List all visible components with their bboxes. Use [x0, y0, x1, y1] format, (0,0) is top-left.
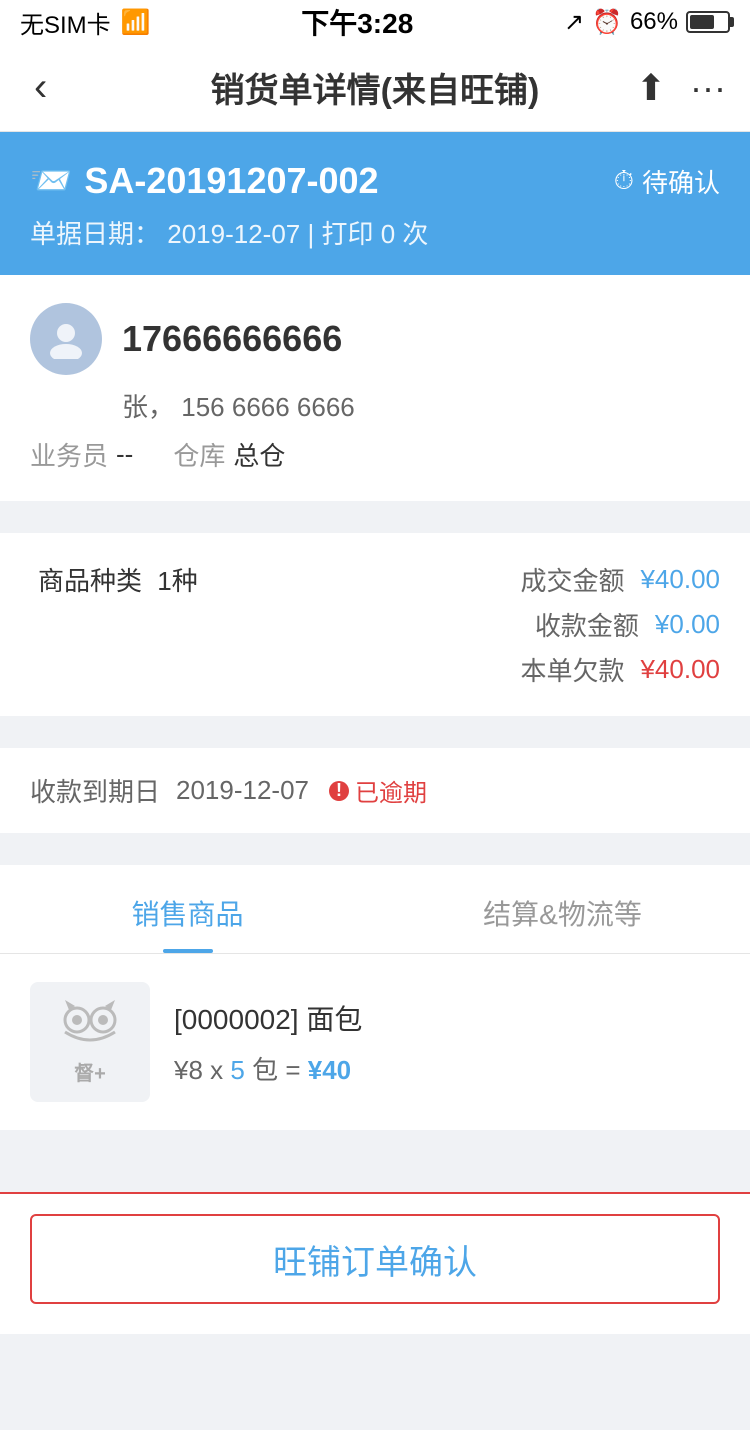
sales-label: 业务员: [30, 436, 108, 473]
equals-sign: =: [285, 1055, 307, 1085]
status-left: 无SIM卡 📶: [20, 5, 151, 40]
customer-phone: 17666666666: [122, 318, 342, 360]
back-button[interactable]: ‹: [24, 55, 57, 120]
product-info: [0000002] 面包 ¥8 x 5 包 = ¥40: [174, 998, 720, 1087]
sales-meta: 业务员 --: [30, 436, 133, 473]
due-section: 收款到期日 2019-12-07 ! 已逾期: [0, 748, 750, 833]
warehouse-meta: 仓库 总仓: [173, 436, 285, 473]
product-type-item: 商品种类 1种: [30, 561, 198, 598]
brand-logo-icon: [55, 998, 125, 1053]
alarm-icon: ⏰: [592, 8, 622, 37]
bottom-bar: 旺铺订单确认: [0, 1192, 750, 1334]
tab-sales-label: 销售商品: [131, 899, 243, 930]
price-multiply: x: [210, 1055, 230, 1085]
order-date-row: 单据日期： 2019-12-07 | 打印 0 次: [30, 214, 720, 251]
customer-section: 17666666666 张， 156 6666 6666 业务员 -- 仓库 总…: [0, 275, 750, 501]
product-type-label: 商品种类: [38, 566, 142, 596]
amount-value: ¥40.00: [640, 564, 720, 595]
warehouse-value: 总仓: [233, 436, 285, 473]
divider-1: [0, 517, 750, 533]
warehouse-label: 仓库: [173, 436, 225, 473]
status-right: ↗ ⏰ 66%: [564, 8, 730, 37]
nav-bar: ‹ 销货单详情(来自旺铺) ⬆ ···: [0, 44, 750, 132]
amount-line: 成交金额 ¥40.00: [520, 561, 720, 598]
due-date-value: 2019-12-07: [176, 775, 309, 806]
due-label: 收款到期日: [30, 772, 160, 809]
order-icon: 📨: [30, 161, 72, 201]
order-id-row: 📨 SA-20191207-002 ⏱ 待确认: [30, 160, 720, 202]
customer-top: 17666666666: [30, 303, 720, 375]
summary-left: 商品种类 1种: [30, 561, 198, 604]
owed-label: 本单欠款: [520, 651, 624, 688]
product-price: ¥8 x 5 包 = ¥40: [174, 1050, 720, 1087]
status-clock-icon: ⏱: [614, 165, 634, 197]
product-total: ¥40: [308, 1055, 351, 1085]
customer-name-text: 张: [122, 392, 148, 422]
print-unit: 次: [402, 219, 428, 249]
customer-info: 张， 156 6666 6666: [122, 387, 720, 424]
price-value: ¥8: [174, 1055, 203, 1085]
summary-row: 商品种类 1种 成交金额 ¥40.00 收款金额 ¥0.00 本单欠款 ¥40.…: [30, 561, 720, 688]
order-status: ⏱ 待确认: [614, 163, 720, 200]
product-qty: 5: [230, 1055, 244, 1085]
customer-meta: 业务员 -- 仓库 总仓: [30, 436, 720, 473]
page-title: 销货单详情(来自旺铺): [211, 63, 540, 112]
received-line: 收款金额 ¥0.00: [535, 606, 720, 643]
location-icon: ↗: [564, 8, 584, 37]
overdue-badge: ! 已逾期: [329, 773, 427, 808]
sales-value: --: [116, 439, 133, 470]
order-id: 📨 SA-20191207-002: [30, 160, 379, 202]
tabs-header: 销售商品 结算&物流等: [0, 865, 750, 954]
order-header: 📨 SA-20191207-002 ⏱ 待确认 单据日期： 2019-12-07…: [0, 132, 750, 275]
battery-percent: 66%: [630, 8, 678, 36]
divider-3: [0, 849, 750, 865]
order-id-text: SA-20191207-002: [84, 160, 378, 202]
time-label: 下午3:28: [301, 2, 413, 42]
product-name: [0000002] 面包: [174, 998, 720, 1038]
brand-plus-text: 督+: [74, 1057, 106, 1086]
product-type-value: 1种: [157, 566, 197, 596]
date-label: 单据日期：: [30, 219, 160, 249]
customer-alt-phone: 156 6666 6666: [181, 392, 355, 422]
print-label: | 打印: [307, 219, 373, 249]
overdue-text: 已逾期: [355, 773, 427, 808]
nav-actions: ⬆ ···: [636, 67, 726, 109]
received-label: 收款金额: [535, 606, 639, 643]
tabs-section: 销售商品 结算&物流等: [0, 865, 750, 1130]
order-date-value: 2019-12-07: [167, 219, 300, 249]
product-thumbnail: 督+: [30, 982, 150, 1102]
product-unit: 包: [252, 1055, 278, 1085]
summary-right: 成交金额 ¥40.00 收款金额 ¥0.00 本单欠款 ¥40.00: [520, 561, 720, 688]
more-icon[interactable]: ···: [690, 67, 726, 109]
product-title: 面包: [306, 1004, 362, 1035]
tab-settlement[interactable]: 结算&物流等: [375, 865, 750, 953]
summary-section: 商品种类 1种 成交金额 ¥40.00 收款金额 ¥0.00 本单欠款 ¥40.…: [0, 533, 750, 716]
avatar: [30, 303, 102, 375]
product-id: [0000002]: [174, 1004, 299, 1035]
status-text: 待确认: [642, 163, 720, 200]
print-count: 0: [381, 219, 395, 249]
carrier-label: 无SIM卡: [20, 5, 111, 40]
status-bar: 无SIM卡 📶 下午3:28 ↗ ⏰ 66%: [0, 0, 750, 44]
share-icon[interactable]: ⬆: [636, 67, 666, 109]
product-thumb-inner: 督+: [30, 982, 150, 1102]
owed-line: 本单欠款 ¥40.00: [520, 651, 720, 688]
wifi-icon: 📶: [121, 8, 151, 37]
owed-value: ¥40.00: [640, 654, 720, 685]
battery-icon: [686, 11, 730, 33]
amount-label: 成交金额: [520, 561, 624, 598]
product-item: 督+ [0000002] 面包 ¥8 x 5 包 = ¥40: [0, 954, 750, 1130]
overdue-dot: !: [329, 781, 349, 801]
received-value: ¥0.00: [655, 609, 720, 640]
tab-settlement-label: 结算&物流等: [483, 899, 642, 930]
divider-2: [0, 732, 750, 748]
confirm-button[interactable]: 旺铺订单确认: [30, 1214, 720, 1304]
tab-sales-products[interactable]: 销售商品: [0, 865, 375, 953]
